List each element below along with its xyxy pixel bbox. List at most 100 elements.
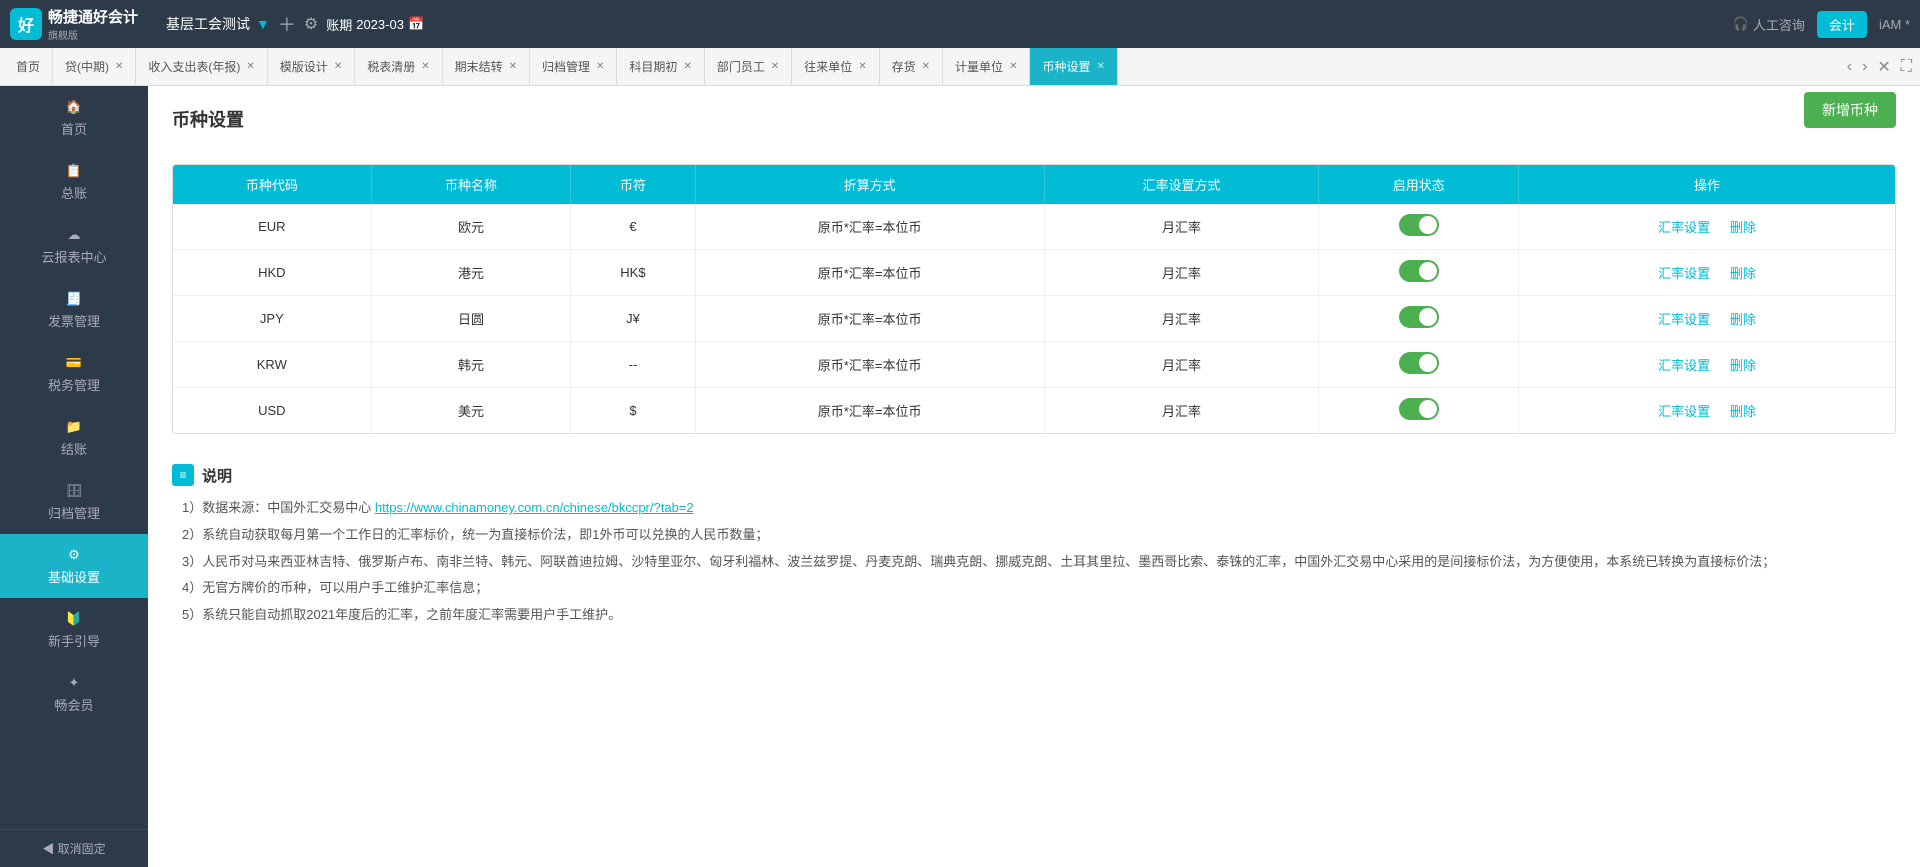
tab-uom[interactable]: 计量单位 ✕ xyxy=(943,48,1030,86)
enable-toggle[interactable] xyxy=(1399,352,1439,374)
col-actions: 操作 xyxy=(1519,165,1896,204)
sidebar-item-ledger[interactable]: 📋 总账 xyxy=(0,150,148,214)
cell-name: 欧元 xyxy=(371,204,571,250)
sidebar-pin-toggle[interactable]: ◀ 取消固定 xyxy=(0,829,148,867)
cell-method: 原币*汇率=本位币 xyxy=(695,296,1044,342)
sidebar-settings-label: 基础设置 xyxy=(48,567,100,586)
tab-close-icon[interactable]: ✕ xyxy=(509,61,517,72)
sidebar-reports-label: 云报表中心 xyxy=(41,247,106,266)
notes-list: 1）数据来源：中国外汇交易中心 https://www.chinamoney.c… xyxy=(172,498,1896,626)
sidebar-item-guide[interactable]: 🔰 新手引导 xyxy=(0,598,148,662)
tab-expand-button[interactable]: ⛶ xyxy=(1897,58,1916,76)
add-tab-button[interactable]: ＋ xyxy=(278,11,296,37)
table-row: HKD 港元 HK$ 原币*汇率=本位币 月汇率 汇率设置 删除 xyxy=(173,250,1895,296)
enable-toggle[interactable] xyxy=(1399,260,1439,282)
header-settings-icon[interactable]: ⚙ xyxy=(304,14,318,34)
help-label: 人工咨询 xyxy=(1753,15,1805,34)
cell-rate-type: 月汇率 xyxy=(1044,204,1319,250)
sidebar-item-archive[interactable]: 🗄 归档管理 xyxy=(0,470,148,534)
tab-currency-label: 币种设置 xyxy=(1042,58,1090,75)
cell-status xyxy=(1319,388,1519,434)
delete-link[interactable]: 删除 xyxy=(1730,404,1756,419)
cell-method: 原币*汇率=本位币 xyxy=(695,204,1044,250)
tab-subject-init[interactable]: 科目期初 ✕ xyxy=(617,48,704,86)
tab-close-icon[interactable]: ✕ xyxy=(246,61,254,72)
delete-link[interactable]: 删除 xyxy=(1730,358,1756,373)
new-currency-button[interactable]: 新增币种 xyxy=(1804,92,1896,128)
tab-uom-label: 计量单位 xyxy=(955,58,1003,75)
tab-inventory[interactable]: 存货 ✕ xyxy=(880,48,943,86)
cell-rate-type: 月汇率 xyxy=(1044,388,1319,434)
period-display: 账期 2023-03 📅 xyxy=(326,15,424,34)
content-inner: 币种设置 新增币种 币种代码 币种名称 币符 折算方式 汇率设置方式 启用状态 … xyxy=(148,86,1920,652)
tab-income[interactable]: 收入支出表(年报) ✕ xyxy=(136,48,267,86)
sidebar-item-close[interactable]: 📁 结账 xyxy=(0,406,148,470)
table-row: USD 美元 $ 原币*汇率=本位币 月汇率 汇率设置 删除 xyxy=(173,388,1895,434)
tab-dept[interactable]: 部门员工 ✕ xyxy=(705,48,792,86)
enable-toggle[interactable] xyxy=(1399,214,1439,236)
delete-link[interactable]: 删除 xyxy=(1730,266,1756,281)
tab-vendor[interactable]: 往来单位 ✕ xyxy=(792,48,879,86)
notes-link[interactable]: https://www.chinamoney.com.cn/chinese/bk… xyxy=(375,500,694,515)
tab-period-close[interactable]: 期末结转 ✕ xyxy=(443,48,530,86)
rate-settings-link[interactable]: 汇率设置 xyxy=(1658,220,1710,235)
notes-item: 2）系统自动获取每月第一个工作日的汇率标价，统一为直接标价法，即1外币可以兑换的… xyxy=(182,525,1896,546)
cell-status xyxy=(1319,296,1519,342)
cell-method: 原币*汇率=本位币 xyxy=(695,250,1044,296)
sidebar-ledger-label: 总账 xyxy=(61,183,87,202)
rate-settings-link[interactable]: 汇率设置 xyxy=(1658,266,1710,281)
tab-close-icon[interactable]: ✕ xyxy=(1009,61,1017,72)
calendar-icon[interactable]: 📅 xyxy=(408,16,424,32)
sidebar-item-member[interactable]: ✦ 畅会员 xyxy=(0,662,148,726)
tab-next-button[interactable]: › xyxy=(1858,58,1871,76)
cell-actions: 汇率设置 删除 xyxy=(1519,296,1896,342)
sidebar-item-tax[interactable]: 💳 税务管理 xyxy=(0,342,148,406)
rate-settings-link[interactable]: 汇率设置 xyxy=(1658,358,1710,373)
tab-archive[interactable]: 归档管理 ✕ xyxy=(530,48,617,86)
cell-status xyxy=(1319,342,1519,388)
header-right: 🎧 人工咨询 会计 iAM * xyxy=(1733,11,1910,38)
tab-close-icon[interactable]: ✕ xyxy=(334,61,342,72)
sidebar-close-label: 结账 xyxy=(61,439,87,458)
tab-prev-button[interactable]: ‹ xyxy=(1843,58,1856,76)
tab-close-icon[interactable]: ✕ xyxy=(596,61,604,72)
tab-dept-label: 部门员工 xyxy=(717,58,765,75)
logo-text-group: 畅捷通好会计 旗舰版 xyxy=(48,6,138,42)
tab-controls: ‹ › ✕ ⛶ xyxy=(1843,57,1916,77)
tab-tax-list[interactable]: 税表清册 ✕ xyxy=(355,48,442,86)
help-button[interactable]: 🎧 人工咨询 xyxy=(1733,15,1805,34)
cell-symbol: HK$ xyxy=(571,250,695,296)
sidebar-item-invoice[interactable]: 🧾 发票管理 xyxy=(0,278,148,342)
tab-close-icon[interactable]: ✕ xyxy=(922,61,930,72)
tab-home[interactable]: 首页 xyxy=(4,48,53,86)
tab-close-icon[interactable]: ✕ xyxy=(421,61,429,72)
notes-title-group: ≡ 说明 xyxy=(172,464,1896,486)
main-layout: 🏠 首页 📋 总账 ☁ 云报表中心 🧾 发票管理 💳 税务管理 📁 结账 🗄 归… xyxy=(0,86,1920,867)
sidebar-item-settings[interactable]: ⚙ 基础设置 xyxy=(0,534,148,598)
sidebar-item-reports[interactable]: ☁ 云报表中心 xyxy=(0,214,148,278)
delete-link[interactable]: 删除 xyxy=(1730,312,1756,327)
tab-vendor-label: 往来单位 xyxy=(804,58,852,75)
settings-icon: ⚙ xyxy=(68,547,80,563)
enable-toggle[interactable] xyxy=(1399,306,1439,328)
tab-close-all-button[interactable]: ✕ xyxy=(1873,57,1894,77)
account-button[interactable]: 会计 xyxy=(1817,11,1867,38)
tab-close-icon[interactable]: ✕ xyxy=(115,61,123,72)
tab-template[interactable]: 模版设计 ✕ xyxy=(268,48,355,86)
company-select[interactable]: 基层工会测试 ▼ xyxy=(166,14,270,34)
sidebar-item-home[interactable]: 🏠 首页 xyxy=(0,86,148,150)
tab-currency[interactable]: 币种设置 ✕ xyxy=(1030,48,1117,86)
rate-settings-link[interactable]: 汇率设置 xyxy=(1658,312,1710,327)
tab-loan[interactable]: 贷(中期) ✕ xyxy=(53,48,136,86)
enable-toggle[interactable] xyxy=(1399,398,1439,420)
tab-close-icon[interactable]: ✕ xyxy=(771,61,779,72)
delete-link[interactable]: 删除 xyxy=(1730,220,1756,235)
dropdown-arrow-icon: ▼ xyxy=(256,16,270,32)
ledger-icon: 📋 xyxy=(66,163,82,179)
tab-close-icon[interactable]: ✕ xyxy=(683,61,691,72)
logo-text: 畅捷通好会计 xyxy=(48,6,138,27)
rate-settings-link[interactable]: 汇率设置 xyxy=(1658,404,1710,419)
tab-close-icon[interactable]: ✕ xyxy=(858,61,866,72)
tab-close-icon[interactable]: ✕ xyxy=(1096,61,1104,72)
cell-code: HKD xyxy=(173,250,371,296)
